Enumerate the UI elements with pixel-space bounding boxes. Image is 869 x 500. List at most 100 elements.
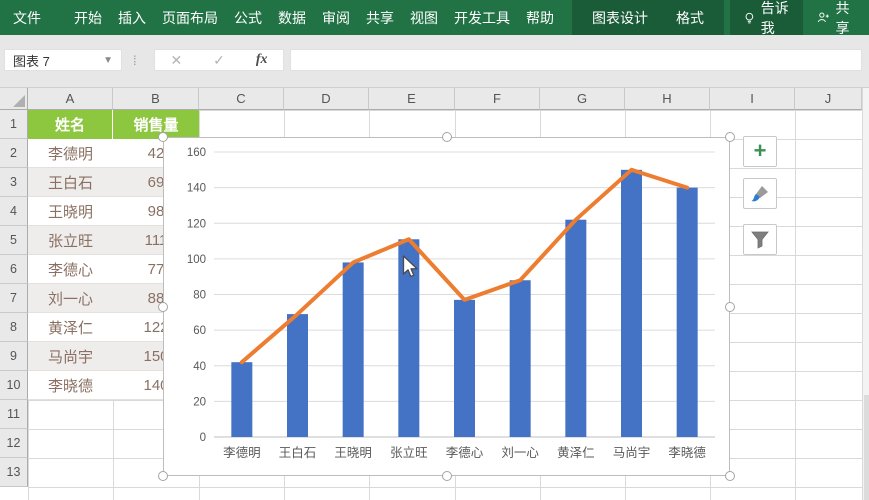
row-header-2[interactable]: 2	[0, 139, 28, 168]
y-axis-tick-label: 60	[193, 325, 206, 337]
funnel-icon	[750, 230, 770, 249]
resize-handle-bottom-left[interactable]	[158, 471, 168, 481]
tab-format[interactable]: 格式	[662, 0, 718, 35]
resize-handle-bottom-middle[interactable]	[442, 471, 452, 481]
y-axis-tick-label: 0	[200, 432, 206, 444]
paintbrush-icon	[750, 184, 770, 204]
bar-黄泽仁	[565, 220, 586, 437]
y-axis-tick-label: 40	[193, 361, 206, 373]
lightbulb-icon	[744, 9, 755, 27]
bar-刘一心	[510, 280, 531, 437]
y-axis-tick-label: 120	[187, 218, 206, 230]
column-header-d[interactable]: D	[284, 88, 369, 110]
row-header-1[interactable]: 1	[0, 110, 28, 139]
table-row-name-cell[interactable]: 黄泽仁	[28, 313, 113, 342]
bar-马尚宇	[621, 170, 642, 437]
tab-insert[interactable]: 插入	[110, 0, 154, 35]
row-header-3[interactable]: 3	[0, 168, 28, 197]
plus-icon: +	[754, 140, 767, 162]
x-axis-category-label: 李德明	[223, 445, 261, 460]
tell-me-button[interactable]: 告诉我	[730, 0, 803, 35]
chart-styles-button[interactable]	[743, 178, 777, 209]
row-header-6[interactable]: 6	[0, 255, 28, 284]
tab-chart-design[interactable]: 图表设计	[578, 0, 662, 35]
chart-filters-button[interactable]	[743, 224, 777, 255]
x-axis-category-label: 黄泽仁	[557, 446, 595, 460]
column-header-h[interactable]: H	[625, 88, 710, 110]
row-header-12[interactable]: 12	[0, 429, 28, 458]
resize-handle-top-left[interactable]	[158, 132, 168, 142]
tab-page-layout[interactable]: 页面布局	[154, 0, 226, 35]
table-row-name-cell[interactable]: 李德明	[28, 139, 113, 168]
row-header-10[interactable]: 10	[0, 371, 28, 400]
row-header-8[interactable]: 8	[0, 313, 28, 342]
row-header-11[interactable]: 11	[0, 400, 28, 429]
row-header-9[interactable]: 9	[0, 342, 28, 371]
formula-input[interactable]	[290, 49, 862, 71]
resize-handle-top-right[interactable]	[725, 132, 735, 142]
name-box[interactable]: 图表 7 ▼	[4, 49, 122, 71]
y-axis-tick-label: 160	[187, 147, 206, 159]
chart-object[interactable]: 020406080100120140160李德明王白石王晓明张立旺李德心刘一心黄…	[163, 137, 730, 476]
row-header-5[interactable]: 5	[0, 226, 28, 255]
chart-elements-button[interactable]: +	[743, 136, 777, 167]
y-axis-tick-label: 100	[187, 254, 206, 266]
table-row-name-cell[interactable]: 李德心	[28, 255, 113, 284]
table-row-name-cell[interactable]: 刘一心	[28, 284, 113, 313]
chevron-down-icon[interactable]: ▼	[103, 55, 113, 66]
column-header-e[interactable]: E	[369, 88, 455, 110]
sales-combo-chart: 020406080100120140160李德明王白石王晓明张立旺李德心刘一心黄…	[164, 138, 729, 475]
excel-window: 文件 开始插入页面布局公式数据审阅共享视图开发工具帮助 图表设计格式 告诉我 共…	[0, 0, 869, 500]
resize-handle-bottom-right[interactable]	[725, 471, 735, 481]
tab-file[interactable]: 文件	[0, 0, 54, 35]
column-header-f[interactable]: F	[455, 88, 540, 110]
tab-help[interactable]: 帮助	[518, 0, 562, 35]
formula-bar-divider: ⁞	[133, 49, 136, 71]
table-row-name-cell[interactable]: 王晓明	[28, 197, 113, 226]
bar-李晓德	[677, 188, 698, 437]
mouse-cursor-icon	[402, 255, 420, 279]
column-header-j[interactable]: J	[795, 88, 862, 110]
table-row-name-cell[interactable]: 马尚宇	[28, 342, 113, 371]
row-header-7[interactable]: 7	[0, 284, 28, 313]
x-axis-category-label: 李晓德	[668, 445, 706, 460]
tab-data[interactable]: 数据	[270, 0, 314, 35]
y-axis-tick-label: 140	[187, 183, 206, 195]
tab-share[interactable]: 共享	[358, 0, 402, 35]
gridline-horizontal	[28, 487, 862, 488]
row-header-4[interactable]: 4	[0, 197, 28, 226]
select-all-corner[interactable]	[0, 88, 28, 110]
cancel-icon[interactable]: ✕	[170, 52, 182, 69]
tab-developer[interactable]: 开发工具	[446, 0, 518, 35]
resize-handle-top-middle[interactable]	[442, 132, 452, 142]
share-button[interactable]: 共享	[803, 0, 869, 35]
tab-formulas[interactable]: 公式	[226, 0, 270, 35]
select-all-triangle-icon	[13, 95, 25, 107]
vertical-scrollbar[interactable]	[862, 88, 869, 500]
y-axis-tick-label: 20	[193, 396, 206, 408]
column-header-g[interactable]: G	[540, 88, 625, 110]
tab-view[interactable]: 视图	[402, 0, 446, 35]
column-header-a[interactable]: A	[28, 88, 113, 110]
column-header-c[interactable]: C	[199, 88, 284, 110]
table-row-name-cell[interactable]: 李晓德	[28, 371, 113, 400]
tab-home[interactable]: 开始	[66, 0, 110, 35]
bar-李德心	[454, 300, 475, 437]
table-row-name-cell[interactable]: 王白石	[28, 168, 113, 197]
table-row-name-cell[interactable]: 张立旺	[28, 226, 113, 255]
enter-icon[interactable]: ✓	[213, 52, 225, 69]
scrollbar-thumb[interactable]	[864, 395, 869, 500]
bar-王白石	[287, 314, 308, 437]
ribbon-tab-bar: 文件 开始插入页面布局公式数据审阅共享视图开发工具帮助 图表设计格式 告诉我 共…	[0, 0, 869, 35]
resize-handle-middle-right[interactable]	[725, 302, 735, 312]
column-header-b[interactable]: B	[113, 88, 199, 110]
x-axis-category-label: 张立旺	[390, 445, 428, 460]
x-axis-category-label: 王白石	[279, 445, 317, 460]
insert-function-icon[interactable]: fx	[256, 52, 268, 68]
resize-handle-middle-left[interactable]	[158, 302, 168, 312]
tab-review[interactable]: 审阅	[314, 0, 358, 35]
column-header-i[interactable]: I	[710, 88, 795, 110]
tell-me-label: 告诉我	[761, 0, 789, 38]
contextual-tab-group: 图表设计格式	[572, 0, 724, 35]
row-header-13[interactable]: 13	[0, 458, 28, 487]
